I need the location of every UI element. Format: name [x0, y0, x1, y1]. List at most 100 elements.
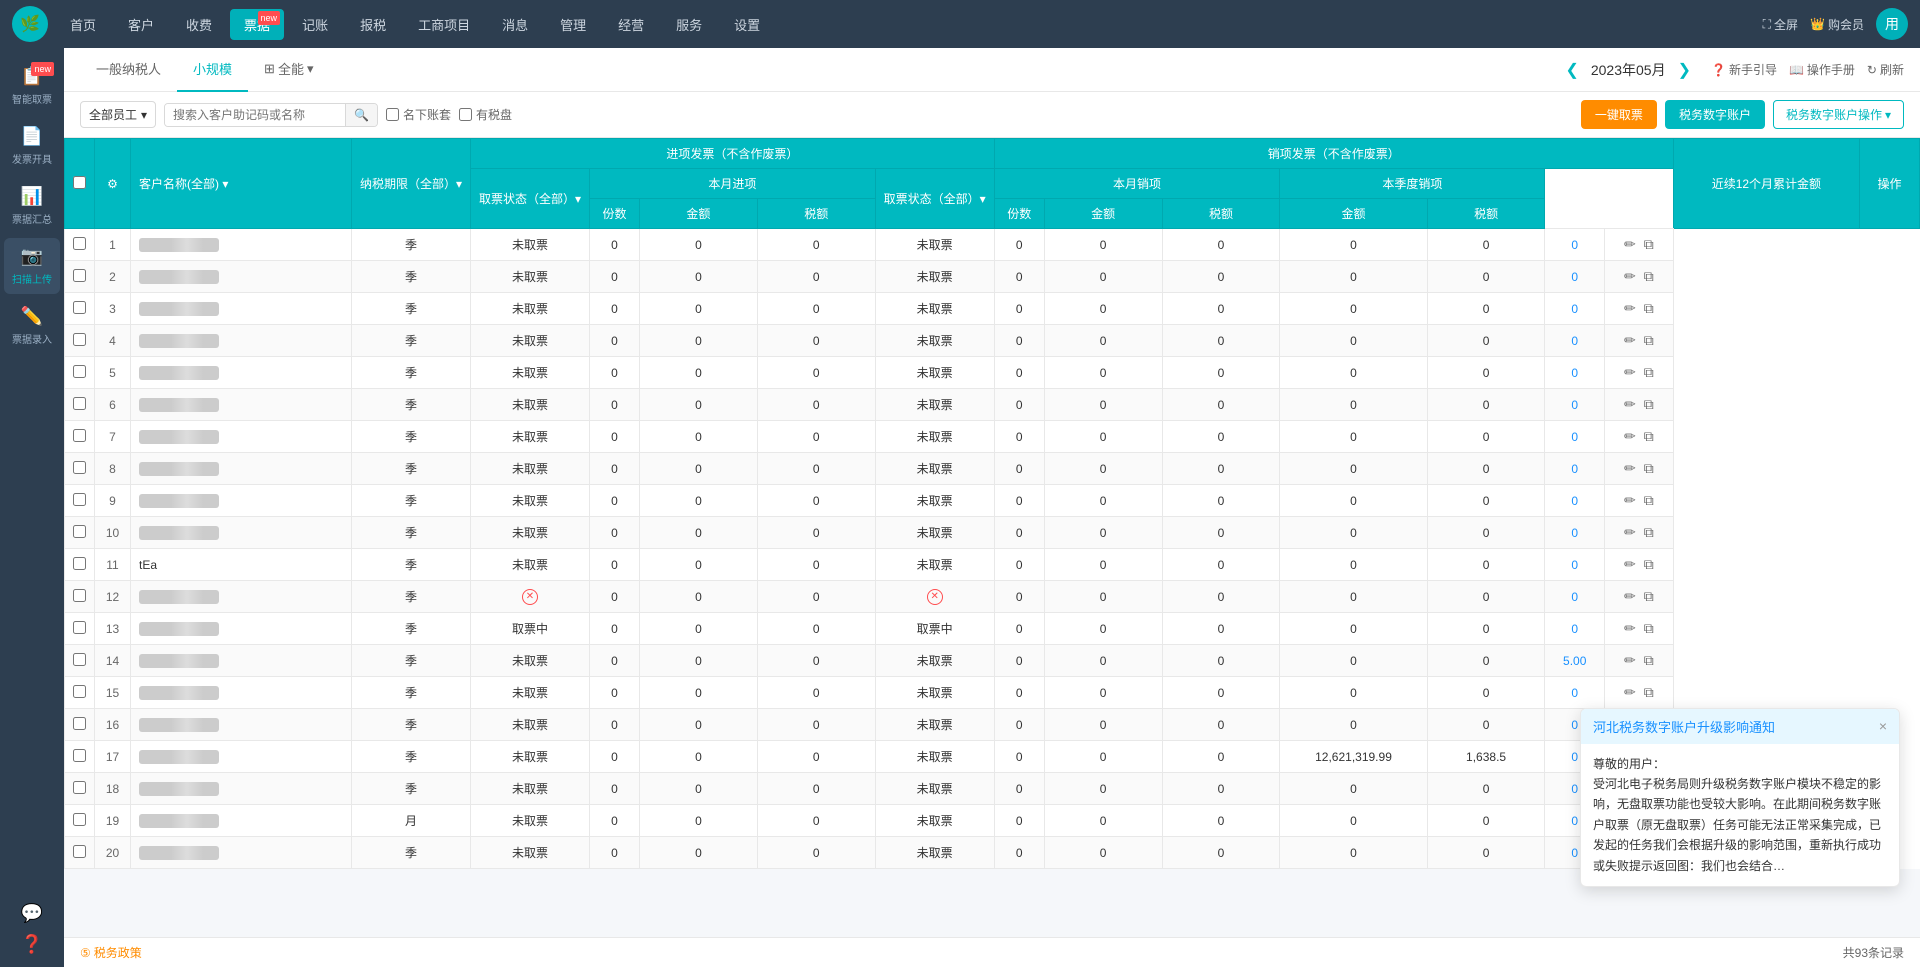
row-checkbox[interactable]: [73, 365, 86, 378]
row-checkbox[interactable]: [73, 749, 86, 762]
manual-btn[interactable]: 📖 操作手册: [1789, 61, 1855, 78]
copy-icon[interactable]: ⧉: [1644, 620, 1654, 637]
row-checkbox-cell[interactable]: [65, 389, 95, 421]
nav-settings[interactable]: 设置: [720, 9, 774, 40]
sidebar-item-summary[interactable]: 📊 票据汇总: [4, 178, 60, 234]
edit-icon[interactable]: ✏: [1624, 492, 1636, 509]
copy-icon[interactable]: ⧉: [1644, 588, 1654, 605]
row-checkbox[interactable]: [73, 397, 86, 410]
row-checkbox-cell[interactable]: [65, 805, 95, 837]
edit-icon[interactable]: ✏: [1624, 396, 1636, 413]
row-checkbox-cell[interactable]: [65, 613, 95, 645]
user-avatar[interactable]: 用: [1876, 8, 1908, 40]
nav-accounting[interactable]: 记账: [288, 9, 342, 40]
sidebar-item-smart-ticket[interactable]: 📋 智能取票 new: [4, 58, 60, 114]
copy-icon[interactable]: ⧉: [1644, 364, 1654, 381]
row-checkbox[interactable]: [73, 237, 86, 250]
th-name[interactable]: 客户名称(全部) ▾: [131, 139, 352, 229]
row-checkbox-cell[interactable]: [65, 677, 95, 709]
row-checkbox-cell[interactable]: [65, 229, 95, 261]
row-checkbox-cell[interactable]: [65, 325, 95, 357]
row-checkbox[interactable]: [73, 525, 86, 538]
chat-icon[interactable]: 💬: [21, 903, 43, 924]
edit-icon[interactable]: ✏: [1624, 268, 1636, 285]
row-checkbox-cell[interactable]: [65, 357, 95, 389]
row-checkbox[interactable]: [73, 685, 86, 698]
nav-customers[interactable]: 客户: [114, 9, 168, 40]
row-checkbox-cell[interactable]: [65, 709, 95, 741]
tax-policy-link[interactable]: ⑤ 税务政策: [80, 944, 142, 961]
edit-icon[interactable]: ✏: [1624, 652, 1636, 669]
row-checkbox-cell[interactable]: [65, 837, 95, 869]
copy-icon[interactable]: ⧉: [1644, 300, 1654, 317]
checkbox-taxdisk-input[interactable]: [459, 108, 472, 121]
row-checkbox[interactable]: [73, 493, 86, 506]
row-checkbox[interactable]: [73, 621, 86, 634]
row-checkbox[interactable]: [73, 333, 86, 346]
copy-icon[interactable]: ⧉: [1644, 396, 1654, 413]
row-checkbox-cell[interactable]: [65, 549, 95, 581]
edit-icon[interactable]: ✏: [1624, 428, 1636, 445]
th-out-ticket-status[interactable]: 取票状态（全部）▾: [875, 169, 994, 229]
row-checkbox[interactable]: [73, 429, 86, 442]
checkbox-taxdisk[interactable]: 有税盘: [459, 106, 512, 123]
row-checkbox[interactable]: [73, 301, 86, 314]
row-checkbox-cell[interactable]: [65, 645, 95, 677]
tab-all[interactable]: ⊞ 全能 ▾: [248, 48, 329, 92]
prev-period-btn[interactable]: ❮: [1565, 60, 1578, 80]
row-checkbox[interactable]: [73, 557, 86, 570]
refresh-btn[interactable]: ↻ 刷新: [1867, 61, 1904, 78]
row-checkbox-cell[interactable]: [65, 485, 95, 517]
copy-icon[interactable]: ⧉: [1644, 652, 1654, 669]
nav-tax[interactable]: 报税: [346, 9, 400, 40]
row-checkbox-cell[interactable]: [65, 261, 95, 293]
guide-btn[interactable]: ❓ 新手引导: [1711, 61, 1777, 78]
edit-icon[interactable]: ✏: [1624, 684, 1636, 701]
one-click-btn[interactable]: 一键取票: [1581, 100, 1657, 129]
checkbox-subaccount-input[interactable]: [386, 108, 399, 121]
select-all-checkbox[interactable]: [73, 176, 86, 189]
copy-icon[interactable]: ⧉: [1644, 460, 1654, 477]
nav-message[interactable]: 消息: [488, 9, 542, 40]
checkbox-subaccount[interactable]: 名下账套: [386, 106, 451, 123]
nav-manage[interactable]: 管理: [546, 9, 600, 40]
edit-icon[interactable]: ✏: [1624, 300, 1636, 317]
row-checkbox[interactable]: [73, 781, 86, 794]
row-checkbox[interactable]: [73, 653, 86, 666]
edit-icon[interactable]: ✏: [1624, 588, 1636, 605]
row-checkbox[interactable]: [73, 717, 86, 730]
nav-service[interactable]: 服务: [662, 9, 716, 40]
nav-invoices[interactable]: 票据 new: [230, 9, 284, 40]
row-checkbox[interactable]: [73, 269, 86, 282]
tax-account-btn[interactable]: 税务数字账户: [1665, 100, 1765, 129]
row-checkbox[interactable]: [73, 813, 86, 826]
tab-small-scale[interactable]: 小规模: [177, 48, 248, 92]
row-checkbox[interactable]: [73, 589, 86, 602]
search-button[interactable]: 🔍: [345, 104, 377, 126]
nav-business[interactable]: 工商项目: [404, 9, 484, 40]
row-checkbox-cell[interactable]: [65, 293, 95, 325]
edit-icon[interactable]: ✏: [1624, 620, 1636, 637]
copy-icon[interactable]: ⧉: [1644, 236, 1654, 253]
copy-icon[interactable]: ⧉: [1644, 524, 1654, 541]
notification-close-btn[interactable]: ×: [1879, 718, 1887, 734]
sidebar-item-invoice-open[interactable]: 📄 发票开具: [4, 118, 60, 174]
sidebar-item-scan[interactable]: 📷 扫描上传: [4, 238, 60, 294]
row-checkbox-cell[interactable]: [65, 773, 95, 805]
row-checkbox[interactable]: [73, 845, 86, 858]
help-icon[interactable]: ❓: [21, 934, 43, 955]
edit-icon[interactable]: ✏: [1624, 556, 1636, 573]
th-in-ticket-status[interactable]: 取票状态（全部）▾: [470, 169, 589, 229]
row-checkbox-cell[interactable]: [65, 453, 95, 485]
copy-icon[interactable]: ⧉: [1644, 428, 1654, 445]
sidebar-item-entry[interactable]: ✏️ 票据录入: [4, 298, 60, 354]
tab-general-taxpayer[interactable]: 一般纳税人: [80, 48, 177, 92]
next-period-btn[interactable]: ❯: [1678, 60, 1691, 80]
row-checkbox-cell[interactable]: [65, 421, 95, 453]
copy-icon[interactable]: ⧉: [1644, 684, 1654, 701]
copy-icon[interactable]: ⧉: [1644, 492, 1654, 509]
row-checkbox-cell[interactable]: [65, 581, 95, 613]
th-period[interactable]: 纳税期限（全部）▾: [351, 139, 470, 229]
edit-icon[interactable]: ✏: [1624, 460, 1636, 477]
nav-fees[interactable]: 收费: [172, 9, 226, 40]
